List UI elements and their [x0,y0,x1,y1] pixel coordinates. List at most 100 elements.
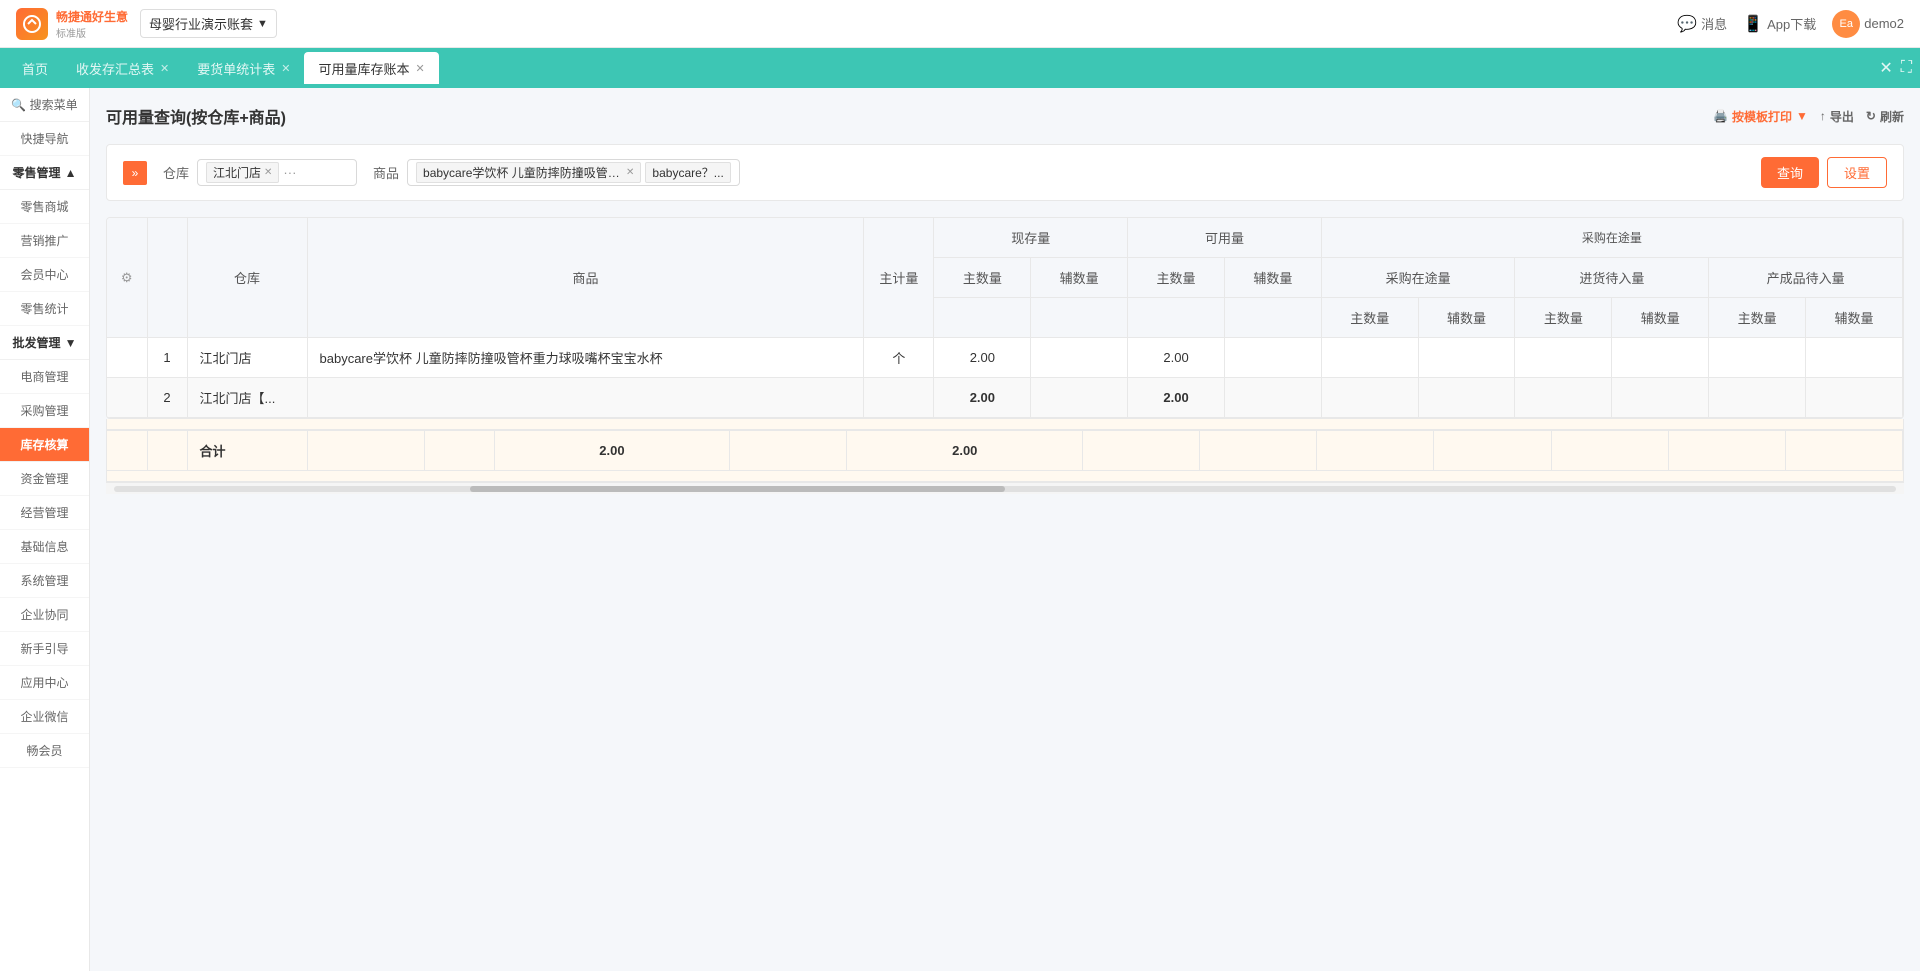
message-label: 消息 [1701,14,1727,33]
message-action[interactable]: 💬 消息 [1677,14,1727,34]
table-row: 1 江北门店 babycare学饮杯 儿童防摔防撞吸管杯重力球吸嘴杯宝宝水杯 个… [107,338,1903,378]
sidebar-finance-label: 资金管理 [20,472,68,486]
table-settings-icon[interactable]: ⚙ [121,270,133,285]
sidebar-item-operations[interactable]: 经营管理 [0,496,89,530]
warehouse-tag-1-close[interactable]: ✕ [264,167,272,178]
sidebar-item-wholesale[interactable]: 批发管理 ▼ [0,326,89,360]
th-warehouse: 仓库 [187,218,307,338]
search-icon: 🔍 [11,98,26,112]
sidebar-member-label: 会员中心 [20,268,68,282]
tab-receivable-close[interactable]: ✕ [160,62,169,75]
sidebar-item-ecommerce[interactable]: 电商管理 [0,360,89,394]
tab-available-stock-close[interactable]: ✕ [416,62,425,75]
chevron-down-icon: ▼ [257,18,268,30]
sidebar-item-system[interactable]: 系统管理 [0,564,89,598]
product-tags-container[interactable]: babycare学饮杯 儿童防摔防撞吸管杯重力球吸嘴杯宝宝水杯 ✕ babyca… [407,159,740,186]
row1-unit: 个 [864,338,934,378]
user-profile[interactable]: Ea demo2 [1832,10,1904,38]
sidebar-item-app-center[interactable]: 应用中心 [0,666,89,700]
sidebar-item-purchase[interactable]: 采购管理 [0,394,89,428]
tab-order[interactable]: 要货单统计表 ✕ [183,52,304,84]
sidebar-item-quick-nav[interactable]: 快捷导航 [0,122,89,156]
th-pp-aux: 辅数量 [1612,298,1709,338]
total-settings-cell [107,430,147,471]
row1-index: 1 [147,338,187,378]
sidebar-search-label: 搜索菜单 [30,98,78,112]
sidebar-item-inventory[interactable]: 库存核算 [0,428,89,462]
total-label: 合计 [187,430,307,471]
total-current-aux [730,430,847,471]
tab-receivable[interactable]: 收发存汇总表 ✕ [62,52,183,84]
row1-pp-aux [1612,338,1709,378]
filter-expand-button[interactable]: » [123,161,147,185]
tab-home[interactable]: 首页 [8,52,62,84]
tab-order-close[interactable]: ✕ [281,62,290,75]
product-tag-1-close[interactable]: ✕ [626,167,634,178]
sidebar-item-marketing[interactable]: 营销推广 [0,224,89,258]
filter-area: » 仓库 江北门店 ✕ ··· 商品 babycare学饮杯 儿童防摔防撞吸管杯… [106,144,1904,201]
logo-main-text: 畅捷通好生意 [56,8,128,25]
sidebar-item-wechat[interactable]: 企业微信 [0,700,89,734]
data-table: ⚙ 仓库 商品 主计量 现存量 可用量 采购在途量 主数量 辅数量 主数量 辅数… [107,218,1903,418]
sidebar-wholesale-label: 批发管理 [13,334,61,351]
print-action[interactable]: 🖨️ 按模板打印 ▼ [1713,108,1808,125]
scrollbar-thumb[interactable] [470,486,1005,492]
total-row: 合计 2.00 2.00 [107,430,1903,471]
tab-bar: 首页 收发存汇总表 ✕ 要货单统计表 ✕ 可用量库存账本 ✕ ✕ ⛶ [0,48,1920,88]
sidebar-quick-nav-label: 快捷导航 [20,132,68,146]
row2-product [307,378,864,418]
sidebar-enterprise-label: 企业协同 [20,608,68,622]
print-chevron-icon: ▼ [1796,109,1808,123]
refresh-action[interactable]: ↻ 刷新 [1866,108,1904,125]
filter-buttons: 查询 设置 [1761,157,1887,188]
sidebar-item-newbie[interactable]: 新手引导 [0,632,89,666]
th-av-aux2 [1224,298,1321,338]
main-content: 可用量查询(按仓库+商品) 🖨️ 按模板打印 ▼ ↑ 导出 ↻ 刷新 » 仓库 [90,88,1920,971]
sidebar-item-retail[interactable]: 零售管理 ▲ [0,156,89,190]
th-current-main: 主数量 [934,258,1031,298]
tab-close-all-icon[interactable]: ✕ [1879,58,1892,78]
warehouse-filter: 仓库 江北门店 ✕ ··· [163,159,357,186]
sidebar-retail-mall-label: 零售商城 [20,200,68,214]
sidebar-item-enterprise[interactable]: 企业协同 [0,598,89,632]
row1-prod-main [1709,338,1806,378]
row2-pt-main [1321,378,1418,418]
sidebar-retail-stats-label: 零售统计 [20,302,68,316]
th-av-main2 [1128,298,1225,338]
row1-current-main: 2.00 [934,338,1031,378]
sidebar-item-finance[interactable]: 资金管理 [0,462,89,496]
total-pt-aux [1317,430,1434,471]
total-index-cell [147,430,187,471]
export-action[interactable]: ↑ 导出 [1820,108,1854,125]
sidebar-item-retail-mall[interactable]: 零售商城 [0,190,89,224]
row1-product: babycare学饮杯 儿童防摔防撞吸管杯重力球吸嘴杯宝宝水杯 [307,338,864,378]
export-icon: ↑ [1820,109,1826,123]
sidebar-item-member[interactable]: 会员中心 [0,258,89,292]
query-button[interactable]: 查询 [1761,157,1819,188]
app-download-action[interactable]: 📱 App下载 [1743,14,1816,34]
sidebar-retail-label: 零售管理 [13,164,61,181]
industry-selector[interactable]: 母婴行业演示账套 ▼ [140,9,277,38]
filter-more-icon[interactable]: ··· [283,165,296,180]
product-tag-1: babycare学饮杯 儿童防摔防撞吸管杯重力球吸嘴杯宝宝水杯 ✕ [416,162,641,183]
wholesale-arrow-icon: ▼ [65,336,77,350]
refresh-icon: ↻ [1866,109,1876,123]
tab-order-label: 要货单统计表 [197,59,275,78]
horizontal-scrollbar[interactable] [106,482,1904,494]
row2-current-main: 2.00 [934,378,1031,418]
table-row: 2 江北门店【... 2.00 2.00 [107,378,1903,418]
tab-available-stock[interactable]: 可用量库存账本 ✕ [304,52,438,84]
sidebar-search[interactable]: 🔍 搜索菜单 [0,88,89,122]
sidebar-item-basic-info[interactable]: 基础信息 [0,530,89,564]
sidebar-item-vip[interactable]: 畅会员 [0,734,89,768]
total-product-cell [307,430,424,471]
total-table: 合计 2.00 2.00 [107,429,1903,471]
page-actions: 🖨️ 按模板打印 ▼ ↑ 导出 ↻ 刷新 [1713,108,1904,125]
sidebar-item-retail-stats[interactable]: 零售统计 [0,292,89,326]
row1-prod-aux [1806,338,1903,378]
settings-button[interactable]: 设置 [1827,157,1887,188]
warehouse-tags-container[interactable]: 江北门店 ✕ ··· [197,159,357,186]
tab-expand-icon[interactable]: ⛶ [1901,59,1912,77]
row2-current-aux [1031,378,1128,418]
page-title: 可用量查询(按仓库+商品) [106,104,286,128]
